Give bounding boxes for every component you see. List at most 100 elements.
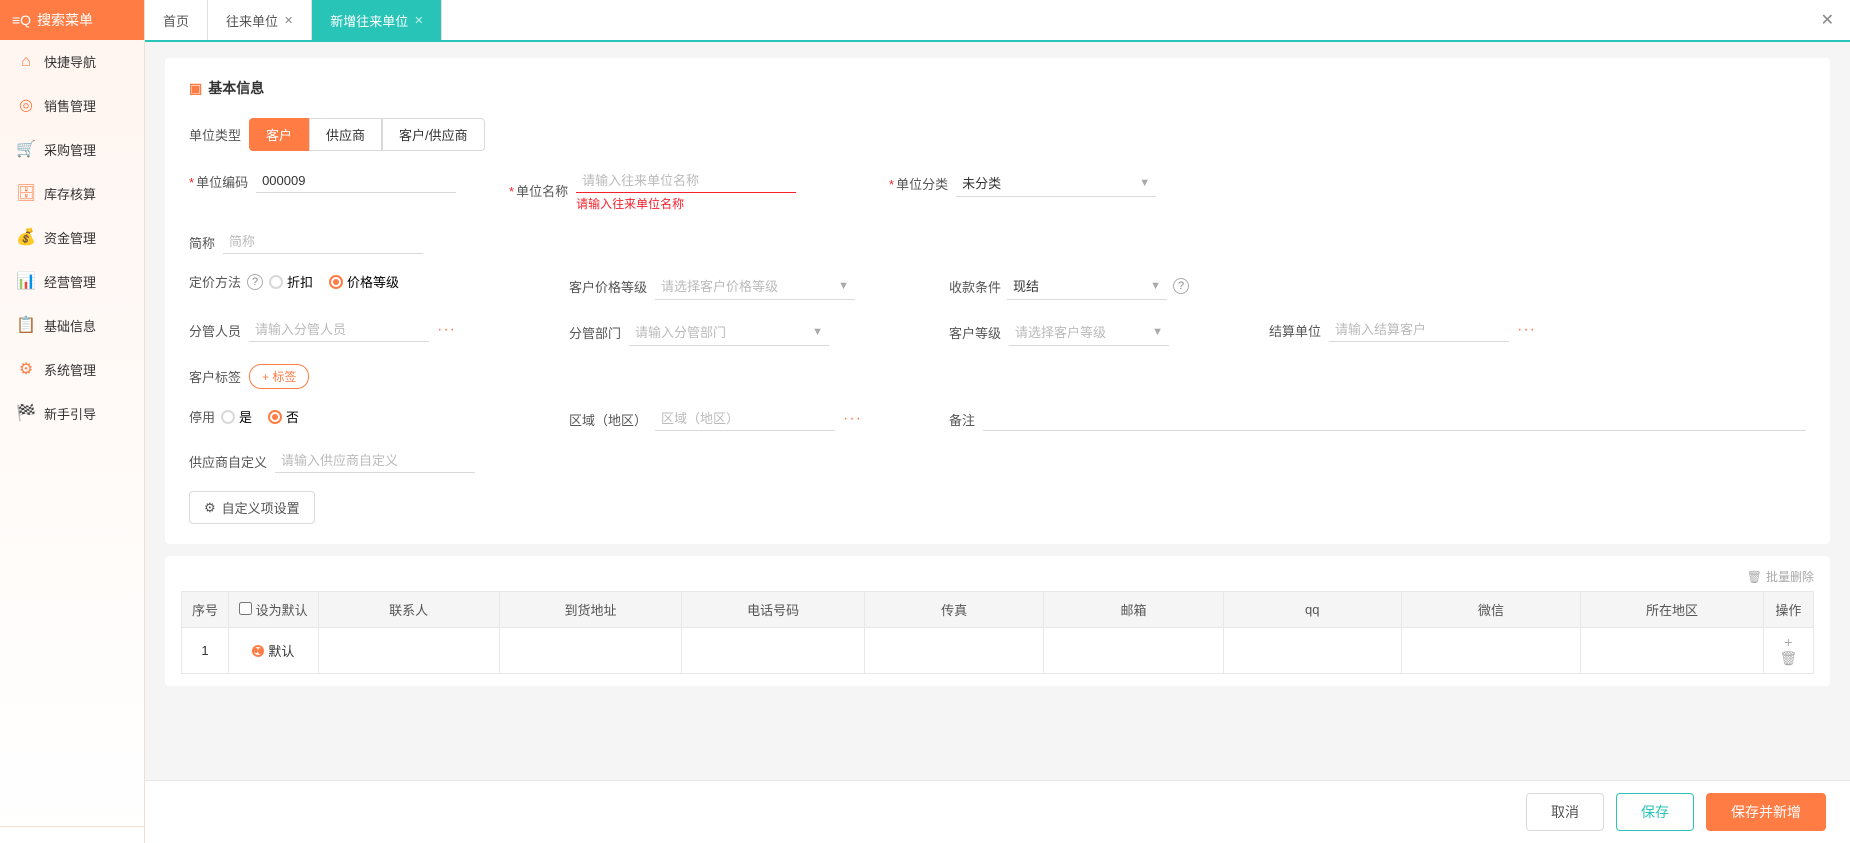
sidebar-item-sales[interactable]: ◎销售管理 [0,83,144,127]
unit-name-label: *单位名称 [509,181,568,200]
tabbar-close-btn[interactable]: ✕ [1805,10,1850,30]
search-icon: ≡Q [12,12,31,28]
sidebar-item-purchase[interactable]: 🛒采购管理 [0,127,144,171]
row-qq[interactable] [1223,628,1401,674]
table-col-header: 所在地区 [1581,592,1764,628]
disabled-no-radio[interactable] [268,410,282,424]
region-input[interactable] [1591,643,1753,658]
manager-input[interactable] [249,318,429,342]
disabled-group: 停用 是 否 [189,407,569,426]
contact-table: 序号 设为默认联系人到货地址电话号码传真邮箱qq微信所在地区操作 1 默认 + … [181,591,1814,674]
disabled-yes[interactable]: 是 [221,407,252,426]
default-radio[interactable] [252,645,264,657]
sidebar-item-guide[interactable]: 🏁新手引导 [0,391,144,435]
settlement-label: 结算单位 [1269,321,1321,340]
gear-icon: ⚙ [204,500,216,516]
payment-arrow-icon: ▼ [1150,280,1161,292]
manager-more-icon[interactable]: ··· [437,321,456,339]
remark-input[interactable] [983,407,1806,431]
sidebar-item-inventory[interactable]: 🗄库存核算 [0,171,144,215]
table-col-header: 序号 [182,592,229,628]
qq-input[interactable] [1234,643,1391,658]
unit-category-select[interactable]: 未分类 ▼ [956,169,1156,197]
row-default[interactable]: 默认 [229,628,319,674]
search-menu[interactable]: ≡Q 搜索菜单 [0,0,144,40]
phone-input[interactable] [692,643,854,658]
department-select[interactable]: 请输入分管部门 ▼ [629,318,829,346]
unit-code-input[interactable] [256,169,456,193]
settlement-input[interactable] [1329,318,1509,342]
customer-level-group: 客户等级 请选择客户等级 ▼ [949,318,1269,346]
sidebar-item-quick-nav[interactable]: ⌂快捷导航 [0,40,144,83]
contact-table-section: 🗑 批量删除 序号 设为默认联系人到货地址电话号码传真邮箱qq微信所在地区操作 … [165,556,1830,686]
contact-input[interactable] [329,643,489,658]
tab-partner[interactable]: 往来单位✕ [208,0,312,40]
unit-type-both[interactable]: 客户/供应商 [382,118,485,151]
address-input[interactable] [510,643,672,658]
department-group: 分管部门 请输入分管部门 ▼ [569,318,949,346]
disabled-yes-radio[interactable] [221,410,235,424]
sidebar-item-operations[interactable]: 📊经营管理 [0,259,144,303]
customer-level-select[interactable]: 请选择客户等级 ▼ [1009,318,1169,346]
payment-help-icon[interactable]: ? [1173,278,1189,294]
tag-label: 客户标签 [189,367,241,386]
row-region[interactable] [1581,628,1764,674]
sidebar-item-label: 新手引导 [44,404,96,423]
customer-price-select[interactable]: 请选择客户价格等级 ▼ [655,272,855,300]
sidebar: ≡Q 搜索菜单 ⌂快捷导航◎销售管理🛒采购管理🗄库存核算💰资金管理📊经营管理📋基… [0,0,145,843]
region-group: 区域（地区） ··· [569,407,949,431]
pricing-help-icon[interactable]: ? [247,274,263,290]
sidebar-item-system[interactable]: ⚙ 系统管理 [0,347,144,391]
abbr-input[interactable] [223,230,423,254]
table-col-header: 设为默认 [229,592,319,628]
supplier-custom-group: 供应商自定义 [189,449,569,473]
unit-type-customer[interactable]: 客户 [249,118,309,151]
row-fax[interactable] [864,628,1043,674]
sidebar-item-base-info[interactable]: 📋基础信息 [0,303,144,347]
fax-input[interactable] [875,643,1033,658]
add-tag-btn[interactable]: + 标签 [249,364,309,389]
select-all-checkbox[interactable] [239,602,252,615]
settlement-more-icon[interactable]: ··· [1517,321,1536,339]
save-button[interactable]: 保存 [1616,793,1694,831]
sidebar-item-label: 系统管理 [44,360,96,379]
save-new-button[interactable]: 保存并新增 [1706,793,1826,831]
tab-home[interactable]: 首页 [145,0,208,40]
row-add-btn[interactable]: + [1784,634,1792,650]
unit-name-input[interactable] [576,169,796,193]
supplier-custom-input[interactable] [275,449,475,473]
department-label: 分管部门 [569,323,621,342]
row-contact[interactable] [318,628,499,674]
pricing-level[interactable]: 价格等级 [329,272,399,291]
tab-close-new-partner[interactable]: ✕ [414,14,423,27]
discount-radio[interactable] [269,275,283,289]
price-level-radio[interactable] [329,275,343,289]
payment-select[interactable]: 现结 ▼ [1007,272,1167,300]
disabled-row: 停用 是 否 区域（地区） ··· [189,407,1806,431]
wechat-input[interactable] [1412,643,1570,658]
settlement-group: 结算单位 ··· [1269,318,1806,342]
unit-type-supplier[interactable]: 供应商 [309,118,382,151]
row-index: 1 [182,628,229,674]
email-input[interactable] [1054,643,1212,658]
pricing-discount[interactable]: 折扣 [269,272,313,291]
region-more-icon[interactable]: ··· [843,410,862,428]
table-col-header: 联系人 [318,592,499,628]
batch-delete-btn[interactable]: 🗑 批量删除 [1747,568,1814,585]
manager-group: 分管人员 ··· [189,318,569,342]
row-email[interactable] [1044,628,1223,674]
row-phone[interactable] [682,628,865,674]
sidebar-item-finance[interactable]: 💰资金管理 [0,215,144,259]
custom-settings-btn[interactable]: ⚙ 自定义项设置 [189,491,315,524]
unit-type-group-container: 单位类型 客户 供应商 客户/供应商 [189,118,1806,151]
abbr-group: 简称 [189,230,509,254]
row-address[interactable] [499,628,682,674]
tab-close-partner[interactable]: ✕ [284,14,293,27]
cancel-button[interactable]: 取消 [1526,793,1604,831]
tab-new-partner[interactable]: 新增往来单位✕ [312,0,442,40]
region-input[interactable] [655,407,835,431]
row-wechat[interactable] [1401,628,1580,674]
disabled-no[interactable]: 否 [268,407,299,426]
system-icon: ⚙ [16,359,36,379]
row-delete-btn[interactable]: 🗑 [1780,650,1798,666]
